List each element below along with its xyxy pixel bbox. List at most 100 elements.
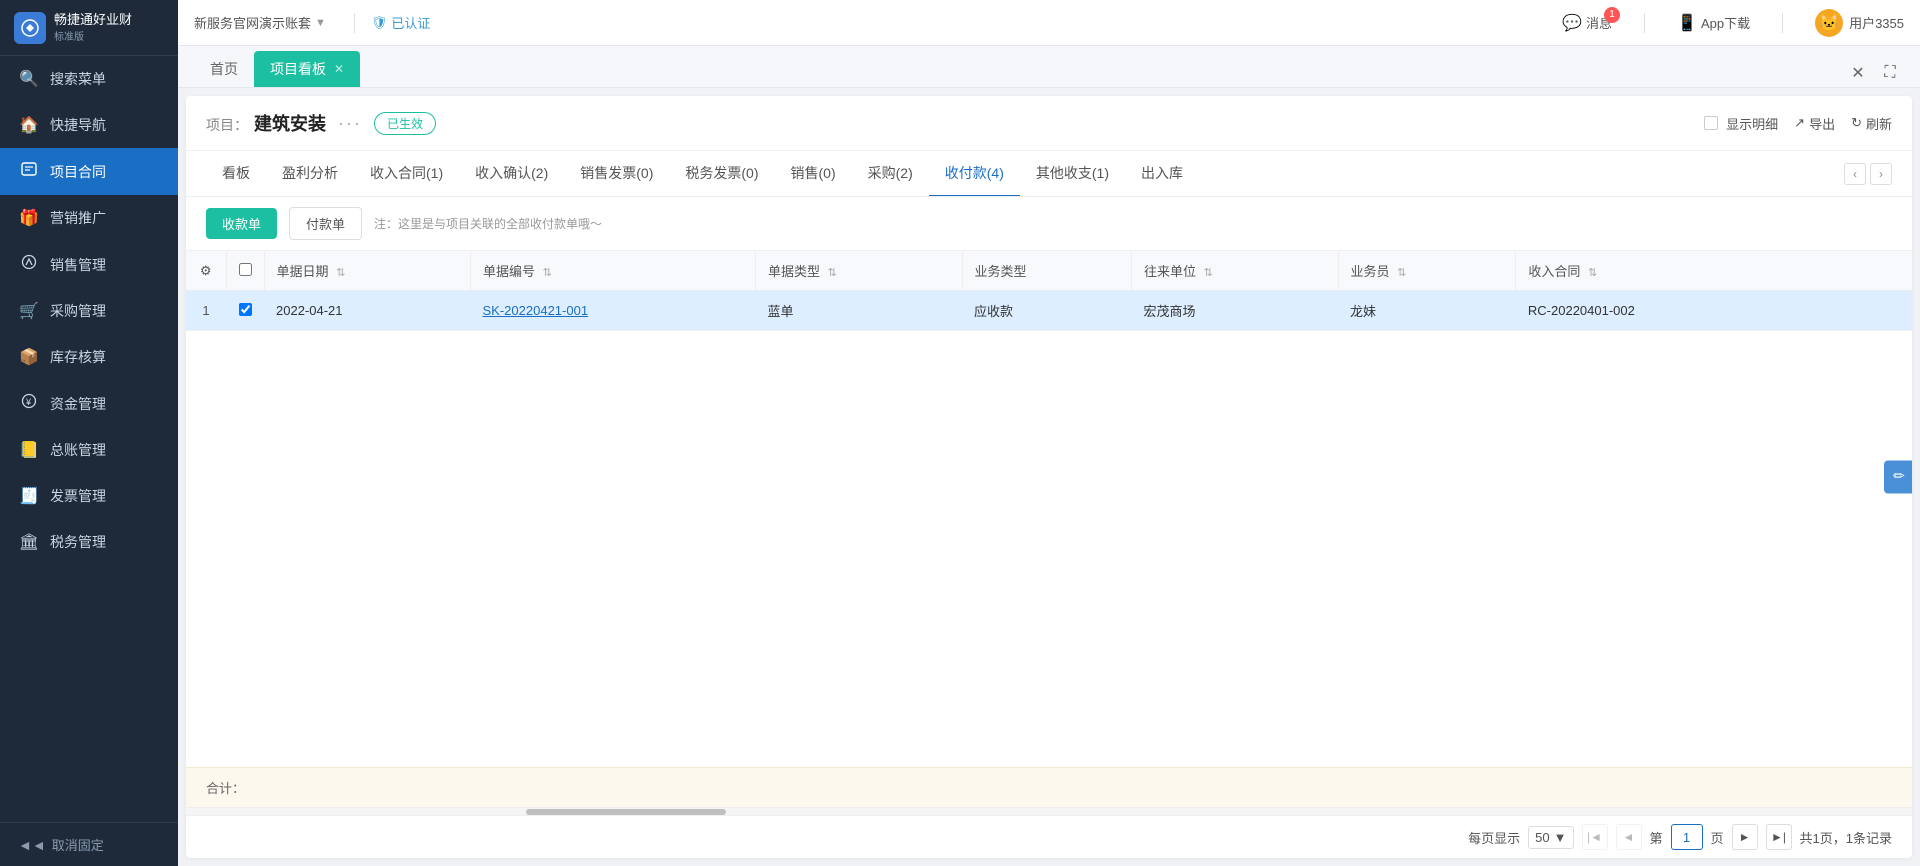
home-icon: 🏠 [18,115,40,135]
close-panel-button[interactable]: ✕ [1844,59,1872,87]
sidebar-item-project[interactable]: 项目合同 [0,148,178,195]
data-table: ⚙ 单据日期 ⇅ 单据编号 ⇅ 单据类型 [186,251,1912,331]
sidebar-item-label: 库存核算 [50,347,106,367]
account-name: 新服务官网演示账套 [194,13,311,32]
sub-tab-other-income[interactable]: 其他收支(1) [1020,151,1125,197]
sidebar-item-tax[interactable]: 🏛 税务管理 [0,519,178,565]
sidebar-item-label: 资金管理 [50,394,106,414]
next-page-button[interactable]: ► [1732,824,1758,850]
row-number[interactable]: SK-20220421-001 [471,291,756,331]
project-actions: 显示明细 ↗ 导出 ↻ 刷新 [1704,114,1892,133]
sidebar-item-label: 搜索菜单 [50,69,106,89]
sub-tab-profit[interactable]: 盈利分析 [266,151,354,197]
row-partner: 宏茂商场 [1131,291,1338,331]
column-salesperson[interactable]: 业务员 ⇅ [1338,251,1516,291]
prev-page-button[interactable]: ◄ [1616,824,1642,850]
sub-tab-income-confirm[interactable]: 收入确认(2) [459,151,564,197]
sidebar-item-label: 项目合同 [50,162,106,182]
feedback-widget[interactable]: ✏ [1884,461,1912,494]
maximize-button[interactable]: ⛶ [1876,59,1904,87]
payment-button[interactable]: 付款单 [289,207,362,240]
row-checkbox[interactable] [239,303,252,316]
sub-tab-sales[interactable]: 销售(0) [775,151,852,197]
main-area: 新服务官网演示账套 ▼ 🛡 已认证 💬 消息 1 📱 App下载 🐱 用户335… [178,0,1920,866]
topbar-divider2 [1644,13,1645,33]
tab-close-icon[interactable]: ✕ [334,62,344,76]
sidebar-item-label: 采购管理 [50,301,106,321]
app-version: 标准版 [54,28,132,43]
refresh-button[interactable]: ↻ 刷新 [1851,114,1892,133]
column-number[interactable]: 单据编号 ⇅ [471,251,756,291]
sidebar-item-ledger[interactable]: 📒 总账管理 [0,427,178,473]
dropdown-icon: ▼ [1554,830,1567,845]
topbar-divider3 [1782,13,1783,33]
tab-project-board[interactable]: 项目看板 ✕ [254,51,360,87]
topbar-right: 💬 消息 1 📱 App下载 🐱 用户3355 [1562,9,1904,37]
sub-tab-income-contract[interactable]: 收入合同(1) [354,151,459,197]
sidebar-item-capital[interactable]: ¥ 资金管理 [0,380,178,427]
sub-tab-tax-invoice[interactable]: 税务发票(0) [669,151,774,197]
messages-button[interactable]: 💬 消息 1 [1562,13,1612,33]
sub-tab-receipt[interactable]: 收付款(4) [929,151,1020,197]
sub-tab-kanban[interactable]: 看板 [206,151,266,197]
last-page-button[interactable]: ►| [1766,824,1792,850]
sidebar-item-invoice[interactable]: 🧾 发票管理 [0,473,178,519]
horizontal-scrollbar[interactable] [186,807,1912,815]
refresh-icon: ↻ [1851,115,1862,131]
account-selector[interactable]: 新服务官网演示账套 ▼ [194,13,326,32]
message-icon: 💬 [1562,13,1582,33]
column-biz-type: 业务类型 [962,251,1131,291]
row-biz-type: 应收款 [962,291,1131,331]
row-type: 蓝单 [756,291,963,331]
sub-tab-sales-invoice[interactable]: 销售发票(0) [564,151,669,197]
box-icon: 📦 [18,347,40,367]
arrow-right-icon[interactable]: › [1870,163,1892,185]
sort-icon: ⇅ [1588,267,1597,279]
toolbar: 收款单 付款单 注：这里是与项目关联的全部收付款单哦～ [186,197,1912,251]
sidebar-item-sales[interactable]: 销售管理 [0,241,178,288]
export-button[interactable]: ↗ 导出 [1794,114,1835,133]
column-type[interactable]: 单据类型 ⇅ [756,251,963,291]
row-number-link[interactable]: SK-20220421-001 [483,303,589,318]
column-date[interactable]: 单据日期 ⇅ [264,251,471,291]
sort-icon: ⇅ [543,267,552,279]
tax-icon: 🏛 [18,532,40,552]
sort-icon: ⇅ [828,267,837,279]
receipt-button[interactable]: 收款单 [206,208,277,239]
more-options-button[interactable]: ··· [338,113,362,134]
column-partner[interactable]: 往来单位 ⇅ [1131,251,1338,291]
project-prefix: 项目： [206,117,248,133]
sort-icon: ⇅ [1204,267,1213,279]
gift-icon: 🎁 [18,208,40,228]
sidebar-item-marketing[interactable]: 🎁 营销推广 [0,195,178,241]
page-suffix: 页 [1711,828,1724,847]
sidebar-item-inventory[interactable]: 📦 库存核算 [0,334,178,380]
money-icon: ¥ [18,393,40,414]
unpin-button[interactable]: ◄◄ 取消固定 [0,822,178,866]
column-income-contract[interactable]: 收入合同 ⇅ [1516,251,1912,291]
current-page-input[interactable]: 1 [1671,824,1703,850]
sidebar-item-label: 快捷导航 [50,115,106,135]
app-name: 畅捷通好业财 [54,12,132,29]
sub-tab-stock[interactable]: 出入库 [1125,151,1199,197]
feedback-icon: ✏ [1892,469,1908,486]
column-settings[interactable]: ⚙ [186,251,226,291]
sidebar-item-label: 税务管理 [50,532,106,552]
table-row[interactable]: 1 2022-04-21 SK-20220421-001 蓝单 应收款 宏茂商场… [186,291,1912,331]
app-logo-icon [14,12,46,44]
sidebar-item-label: 销售管理 [50,255,106,275]
per-page-select[interactable]: 50 ▼ [1528,826,1573,849]
app-download-button[interactable]: 📱 App下载 [1677,13,1750,33]
select-all-checkbox[interactable] [239,263,252,276]
sub-tab-purchase[interactable]: 采购(2) [852,151,929,197]
sidebar-item-quick-nav[interactable]: 🏠 快捷导航 [0,102,178,148]
first-page-button[interactable]: |◄ [1582,824,1608,850]
arrow-left-icon[interactable]: ‹ [1844,163,1866,185]
scrollbar-thumb[interactable] [526,809,726,815]
row-check[interactable] [226,291,264,331]
user-menu[interactable]: 🐱 用户3355 [1815,9,1904,37]
sidebar-item-purchase[interactable]: 🛒 采购管理 [0,288,178,334]
sidebar-item-search[interactable]: 🔍 搜索菜单 [0,56,178,102]
show-detail-checkbox[interactable]: 显示明细 [1704,114,1778,133]
tab-home[interactable]: 首页 [194,51,254,87]
